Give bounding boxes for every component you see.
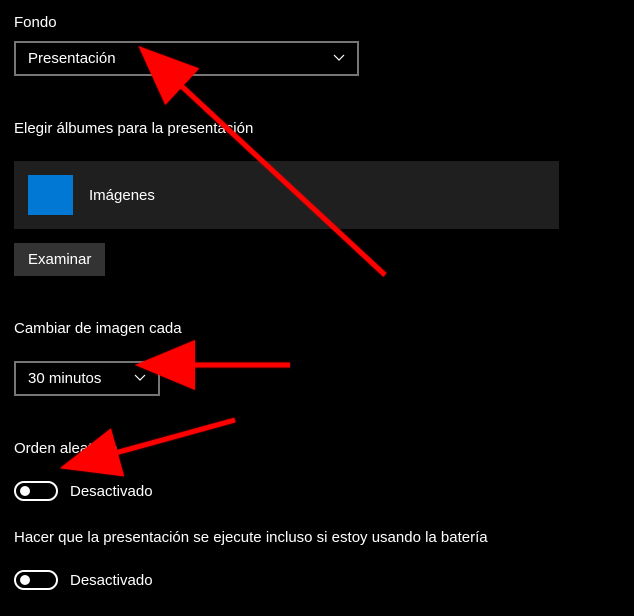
- shuffle-state-label: Desactivado: [70, 483, 153, 500]
- album-folder-row[interactable]: Imágenes: [14, 161, 559, 229]
- albums-label: Elegir álbumes para la presentación: [14, 120, 620, 137]
- browse-button[interactable]: Examinar: [14, 243, 105, 276]
- chevron-down-icon: [134, 373, 146, 385]
- background-dropdown[interactable]: Presentación: [14, 41, 359, 76]
- album-folder-name: Imágenes: [89, 187, 155, 204]
- battery-label: Hacer que la presentación se ejecute inc…: [14, 529, 604, 546]
- toggle-knob-icon: [20, 575, 30, 585]
- chevron-down-icon: [333, 53, 345, 65]
- toggle-knob-icon: [20, 486, 30, 496]
- battery-toggle[interactable]: [14, 570, 58, 590]
- shuffle-toggle[interactable]: [14, 481, 58, 501]
- battery-state-label: Desactivado: [70, 572, 153, 589]
- background-label: Fondo: [14, 14, 620, 31]
- interval-dropdown[interactable]: 30 minutos: [14, 361, 160, 396]
- background-dropdown-value: Presentación: [28, 50, 116, 67]
- interval-label: Cambiar de imagen cada: [14, 320, 620, 337]
- shuffle-label: Orden aleatorio: [14, 440, 620, 457]
- interval-dropdown-value: 30 minutos: [28, 370, 101, 387]
- folder-thumbnail-icon: [28, 175, 73, 215]
